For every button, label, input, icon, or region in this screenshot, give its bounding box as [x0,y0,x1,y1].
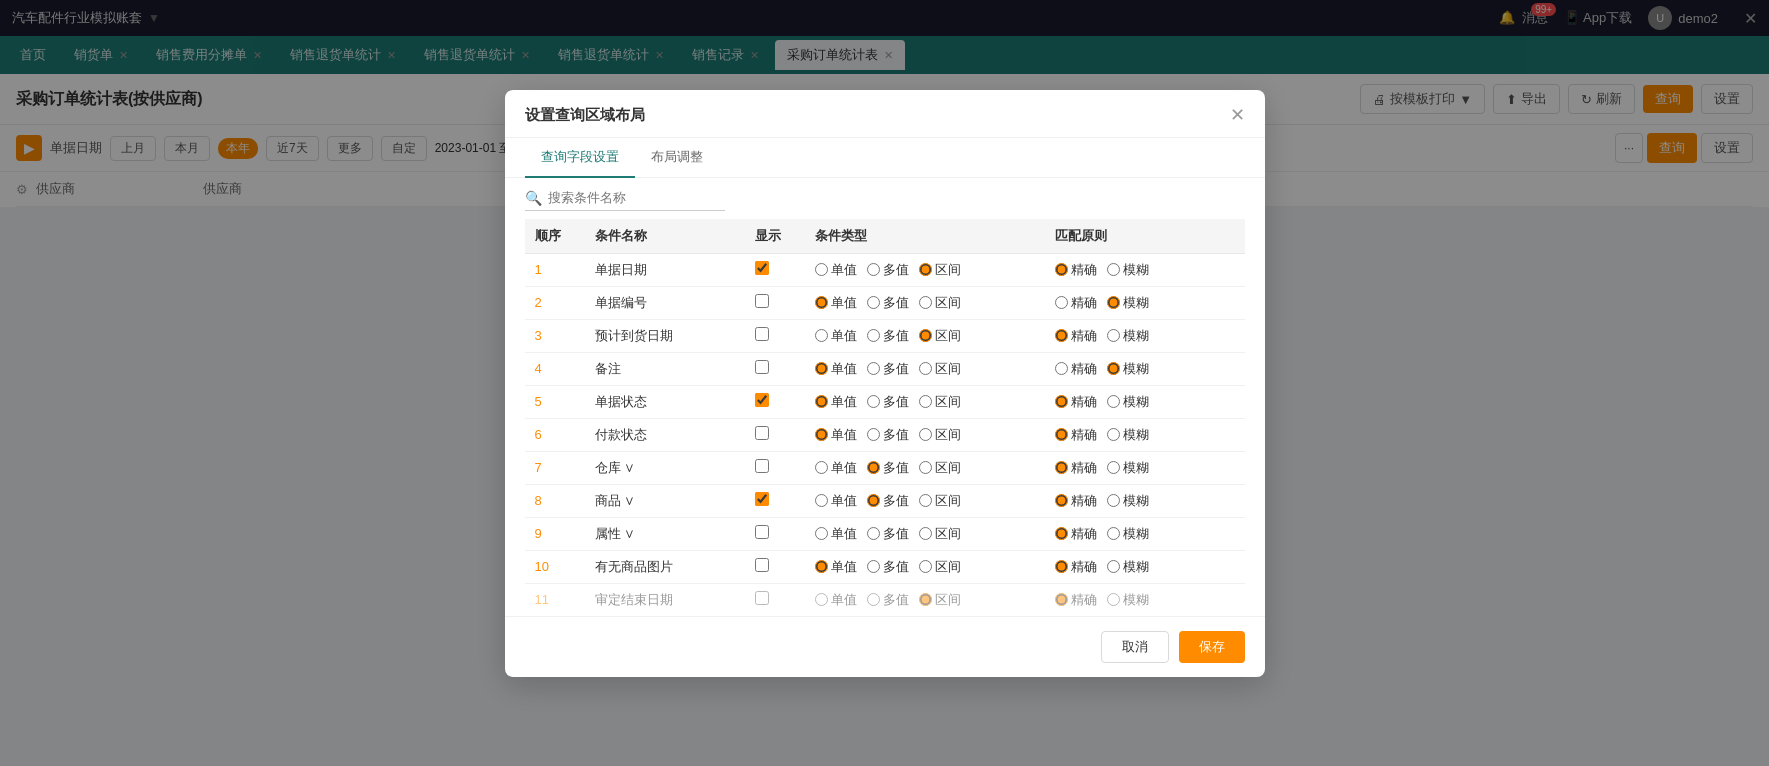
modal-title: 设置查询区域布局 [525,106,645,125]
modal-search-area: 🔍 [505,178,1265,208]
modal-tabs: 查询字段设置 布局调整 [505,138,1265,178]
search-box: 🔍 [525,190,725,208]
search-icon: 🔍 [525,190,542,206]
search-input[interactable] [542,190,725,205]
modal-tab-layout[interactable]: 布局调整 [635,138,719,178]
modal-header: 设置查询区域布局 ✕ [505,90,1265,138]
modal-tab-query-fields[interactable]: 查询字段设置 [525,138,635,178]
modal-overlay: 设置查询区域布局 ✕ 查询字段设置 布局调整 🔍 顺序 条件名称 显示 [0,0,1769,207]
modal-close-btn[interactable]: ✕ [1230,106,1245,124]
settings-modal: 设置查询区域布局 ✕ 查询字段设置 布局调整 🔍 顺序 条件名称 显示 [505,90,1265,208]
